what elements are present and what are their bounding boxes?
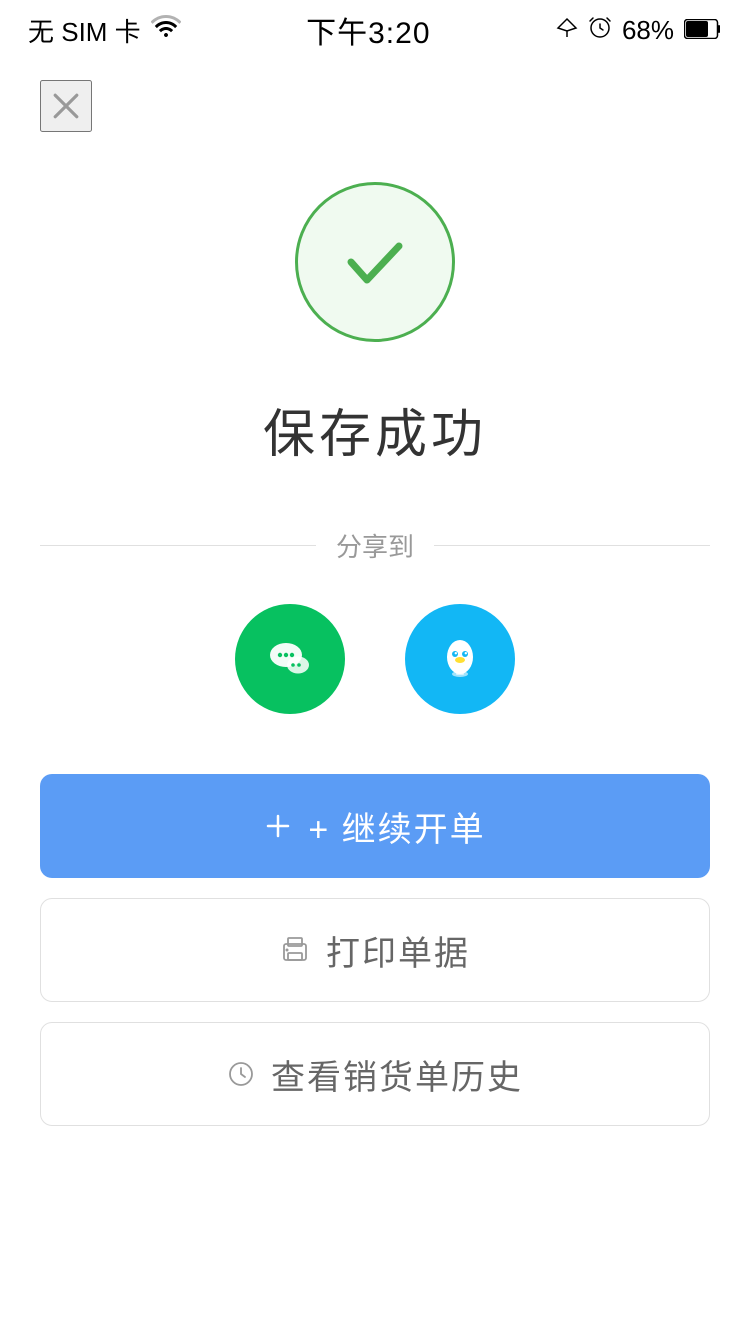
wechat-icon xyxy=(260,629,320,689)
location-icon xyxy=(556,15,578,46)
qq-icon xyxy=(430,629,490,689)
share-section: 分享到 xyxy=(40,527,710,714)
history-button[interactable]: 查看销货单历史 xyxy=(40,1022,710,1126)
checkmark-icon xyxy=(335,222,415,302)
print-label: 打印单据 xyxy=(326,926,470,975)
clock-icon xyxy=(227,1060,255,1088)
continue-label: + 继续开单 xyxy=(308,802,485,851)
share-label: 分享到 xyxy=(336,527,414,564)
success-title: 保存成功 xyxy=(263,392,487,467)
print-icon xyxy=(280,936,310,964)
close-button[interactable] xyxy=(40,80,92,132)
print-button[interactable]: 打印单据 xyxy=(40,898,710,1002)
status-left: 无 SIM 卡 xyxy=(28,12,181,49)
success-icon-circle xyxy=(295,182,455,342)
status-right: 68% xyxy=(556,15,722,46)
status-time: 下午3:20 xyxy=(306,8,430,52)
share-qq-button[interactable] xyxy=(405,604,515,714)
share-divider: 分享到 xyxy=(40,527,710,564)
status-bar: 无 SIM 卡 下午3:20 68% xyxy=(0,0,750,60)
history-label: 查看销货单历史 xyxy=(271,1050,523,1099)
wifi-icon xyxy=(151,15,181,46)
sim-text: 无 SIM 卡 xyxy=(28,12,141,49)
share-wechat-button[interactable] xyxy=(235,604,345,714)
battery-icon xyxy=(684,15,722,46)
plus-icon xyxy=(264,812,292,840)
continue-button[interactable]: + 继续开单 xyxy=(40,774,710,878)
alarm-icon xyxy=(588,15,612,46)
main-content: 保存成功 分享到 xyxy=(0,60,750,1334)
share-icons xyxy=(40,604,710,714)
battery-text: 68% xyxy=(622,15,674,46)
action-buttons: + 继续开单 打印单据 查看销货单历史 xyxy=(40,774,710,1126)
